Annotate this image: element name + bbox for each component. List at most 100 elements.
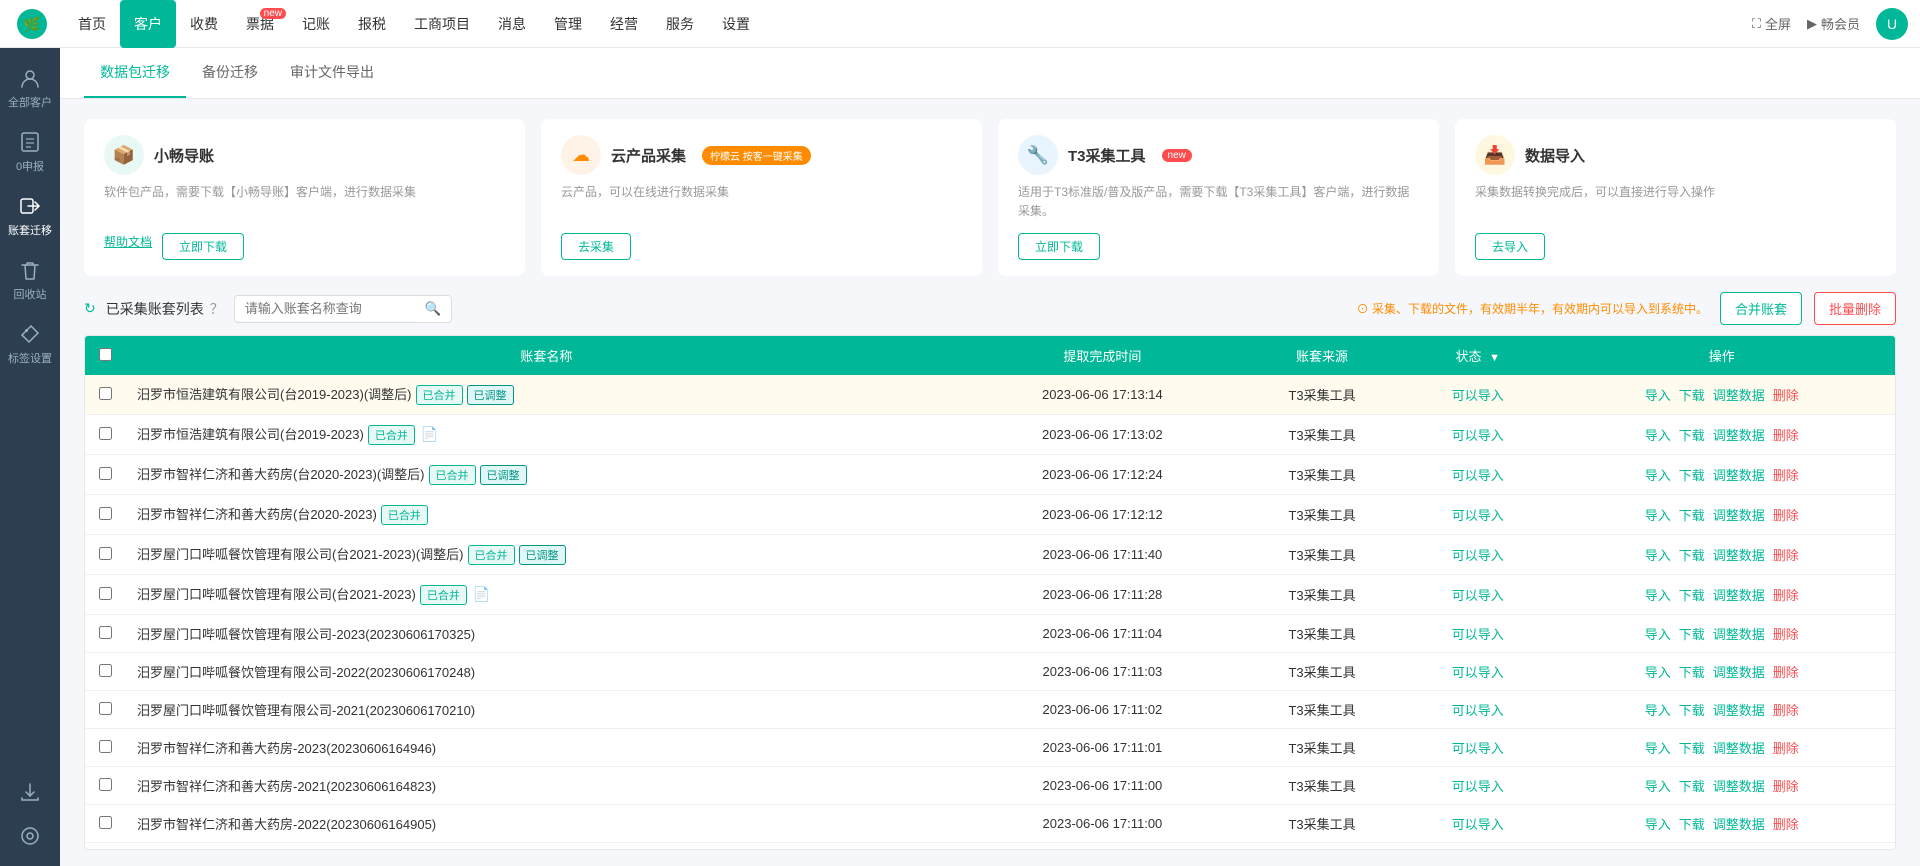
op-调整数据-link[interactable]: 调整数据: [1713, 388, 1765, 403]
nav-manage[interactable]: 管理: [540, 0, 596, 48]
op-导入-link[interactable]: 导入: [1645, 703, 1671, 718]
row-checkbox[interactable]: [99, 740, 112, 753]
op-删除-link[interactable]: 删除: [1773, 741, 1799, 756]
row-checkbox[interactable]: [99, 427, 112, 440]
op-调整数据-link[interactable]: 调整数据: [1713, 588, 1765, 603]
app-logo[interactable]: 🌿: [12, 4, 52, 44]
select-all-checkbox[interactable]: [99, 348, 112, 361]
op-调整数据-link[interactable]: 调整数据: [1713, 428, 1765, 443]
op-导入-link[interactable]: 导入: [1645, 588, 1671, 603]
op-下载-link[interactable]: 下载: [1679, 508, 1705, 523]
op-删除-link[interactable]: 删除: [1773, 468, 1799, 483]
row-checkbox[interactable]: [99, 664, 112, 677]
op-导入-link[interactable]: 导入: [1645, 548, 1671, 563]
row-checkbox[interactable]: [99, 702, 112, 715]
op-下载-link[interactable]: 下载: [1679, 703, 1705, 718]
op-下载-link[interactable]: 下载: [1679, 741, 1705, 756]
op-删除-link[interactable]: 删除: [1773, 627, 1799, 642]
member-button[interactable]: ▶ 畅会员: [1807, 14, 1860, 33]
nav-service[interactable]: 服务: [652, 0, 708, 48]
sidebar-item-recycle[interactable]: 回收站: [0, 248, 60, 312]
op-调整数据-link[interactable]: 调整数据: [1713, 508, 1765, 523]
tab-data-migration[interactable]: 数据包迁移: [84, 48, 186, 98]
sidebar-item-all-customers[interactable]: 全部客户: [0, 56, 60, 120]
fullscreen-button[interactable]: ⛶ 全屏: [1752, 14, 1791, 33]
nav-settings[interactable]: 设置: [708, 0, 764, 48]
op-下载-link[interactable]: 下载: [1679, 428, 1705, 443]
op-下载-link[interactable]: 下载: [1679, 588, 1705, 603]
sidebar-item-download[interactable]: [12, 770, 48, 814]
nav-business[interactable]: 工商项目: [400, 0, 484, 48]
tab-audit-export[interactable]: 审计文件导出: [274, 48, 390, 98]
row-checkbox[interactable]: [99, 547, 112, 560]
op-调整数据-link[interactable]: 调整数据: [1713, 665, 1765, 680]
sidebar-item-user-settings[interactable]: [12, 814, 48, 858]
op-调整数据-link[interactable]: 调整数据: [1713, 779, 1765, 794]
op-导入-link[interactable]: 导入: [1645, 627, 1671, 642]
op-删除-link[interactable]: 删除: [1773, 508, 1799, 523]
op-删除-link[interactable]: 删除: [1773, 703, 1799, 718]
op-调整数据-link[interactable]: 调整数据: [1713, 548, 1765, 563]
op-下载-link[interactable]: 下载: [1679, 817, 1705, 832]
op-导入-link[interactable]: 导入: [1645, 388, 1671, 403]
user-avatar[interactable]: U: [1876, 8, 1908, 40]
sidebar-item-tag-settings[interactable]: 标签设置: [0, 312, 60, 376]
op-调整数据-link[interactable]: 调整数据: [1713, 468, 1765, 483]
batch-delete-button[interactable]: 批量删除: [1814, 292, 1896, 325]
dataimport-go-button[interactable]: 去导入: [1475, 233, 1545, 260]
nav-operation[interactable]: 经营: [596, 0, 652, 48]
search-input[interactable]: [235, 296, 415, 321]
op-删除-link[interactable]: 删除: [1773, 665, 1799, 680]
nav-accounting[interactable]: 记账: [288, 0, 344, 48]
row-checkbox[interactable]: [99, 387, 112, 400]
row-checkbox[interactable]: [99, 626, 112, 639]
op-导入-link[interactable]: 导入: [1645, 817, 1671, 832]
help-icon[interactable]: ？: [210, 299, 224, 319]
nav-message[interactable]: 消息: [484, 0, 540, 48]
op-下载-link[interactable]: 下载: [1679, 468, 1705, 483]
nav-tax[interactable]: 报税: [344, 0, 400, 48]
op-删除-link[interactable]: 删除: [1773, 548, 1799, 563]
op-下载-link[interactable]: 下载: [1679, 779, 1705, 794]
op-导入-link[interactable]: 导入: [1645, 665, 1671, 680]
nav-customer[interactable]: 客户: [120, 0, 176, 48]
sidebar-item-zero-report[interactable]: 0申报: [0, 120, 60, 184]
op-导入-link[interactable]: 导入: [1645, 468, 1671, 483]
row-checkbox[interactable]: [99, 507, 112, 520]
op-下载-link[interactable]: 下载: [1679, 665, 1705, 680]
col-status[interactable]: 状态 ▼: [1407, 336, 1549, 375]
op-下载-link[interactable]: 下载: [1679, 388, 1705, 403]
op-导入-link[interactable]: 导入: [1645, 508, 1671, 523]
row-checkbox[interactable]: [99, 816, 112, 829]
op-导入-link[interactable]: 导入: [1645, 428, 1671, 443]
xiaochang-help-link[interactable]: 帮助文档: [104, 233, 152, 260]
nav-invoice[interactable]: 票据 new: [232, 0, 288, 48]
search-button[interactable]: 🔍: [415, 296, 452, 322]
sidebar-item-account-migration[interactable]: 账套迁移: [0, 184, 60, 248]
op-删除-link[interactable]: 删除: [1773, 588, 1799, 603]
op-删除-link[interactable]: 删除: [1773, 428, 1799, 443]
op-下载-link[interactable]: 下载: [1679, 548, 1705, 563]
op-调整数据-link[interactable]: 调整数据: [1713, 627, 1765, 642]
t3-download-button[interactable]: 立即下载: [1018, 233, 1100, 260]
row-checkbox[interactable]: [99, 587, 112, 600]
op-导入-link[interactable]: 导入: [1645, 779, 1671, 794]
op-删除-link[interactable]: 删除: [1773, 817, 1799, 832]
op-删除-link[interactable]: 删除: [1773, 388, 1799, 403]
op-调整数据-link[interactable]: 调整数据: [1713, 741, 1765, 756]
nav-billing[interactable]: 收费: [176, 0, 232, 48]
op-下载-link[interactable]: 下载: [1679, 627, 1705, 642]
tab-backup-migration[interactable]: 备份迁移: [186, 48, 274, 98]
row-checkbox[interactable]: [99, 778, 112, 791]
xiaochang-download-button[interactable]: 立即下载: [162, 233, 244, 260]
refresh-icon[interactable]: ↻: [84, 300, 96, 317]
row-checkbox[interactable]: [99, 467, 112, 480]
merge-accounts-button[interactable]: 合并账套: [1720, 292, 1802, 325]
nav-home[interactable]: 首页: [64, 0, 120, 48]
col-operations: 操作: [1548, 336, 1895, 375]
op-调整数据-link[interactable]: 调整数据: [1713, 817, 1765, 832]
op-调整数据-link[interactable]: 调整数据: [1713, 703, 1765, 718]
op-导入-link[interactable]: 导入: [1645, 741, 1671, 756]
op-删除-link[interactable]: 删除: [1773, 779, 1799, 794]
cloud-collect-button[interactable]: 去采集: [561, 233, 631, 260]
